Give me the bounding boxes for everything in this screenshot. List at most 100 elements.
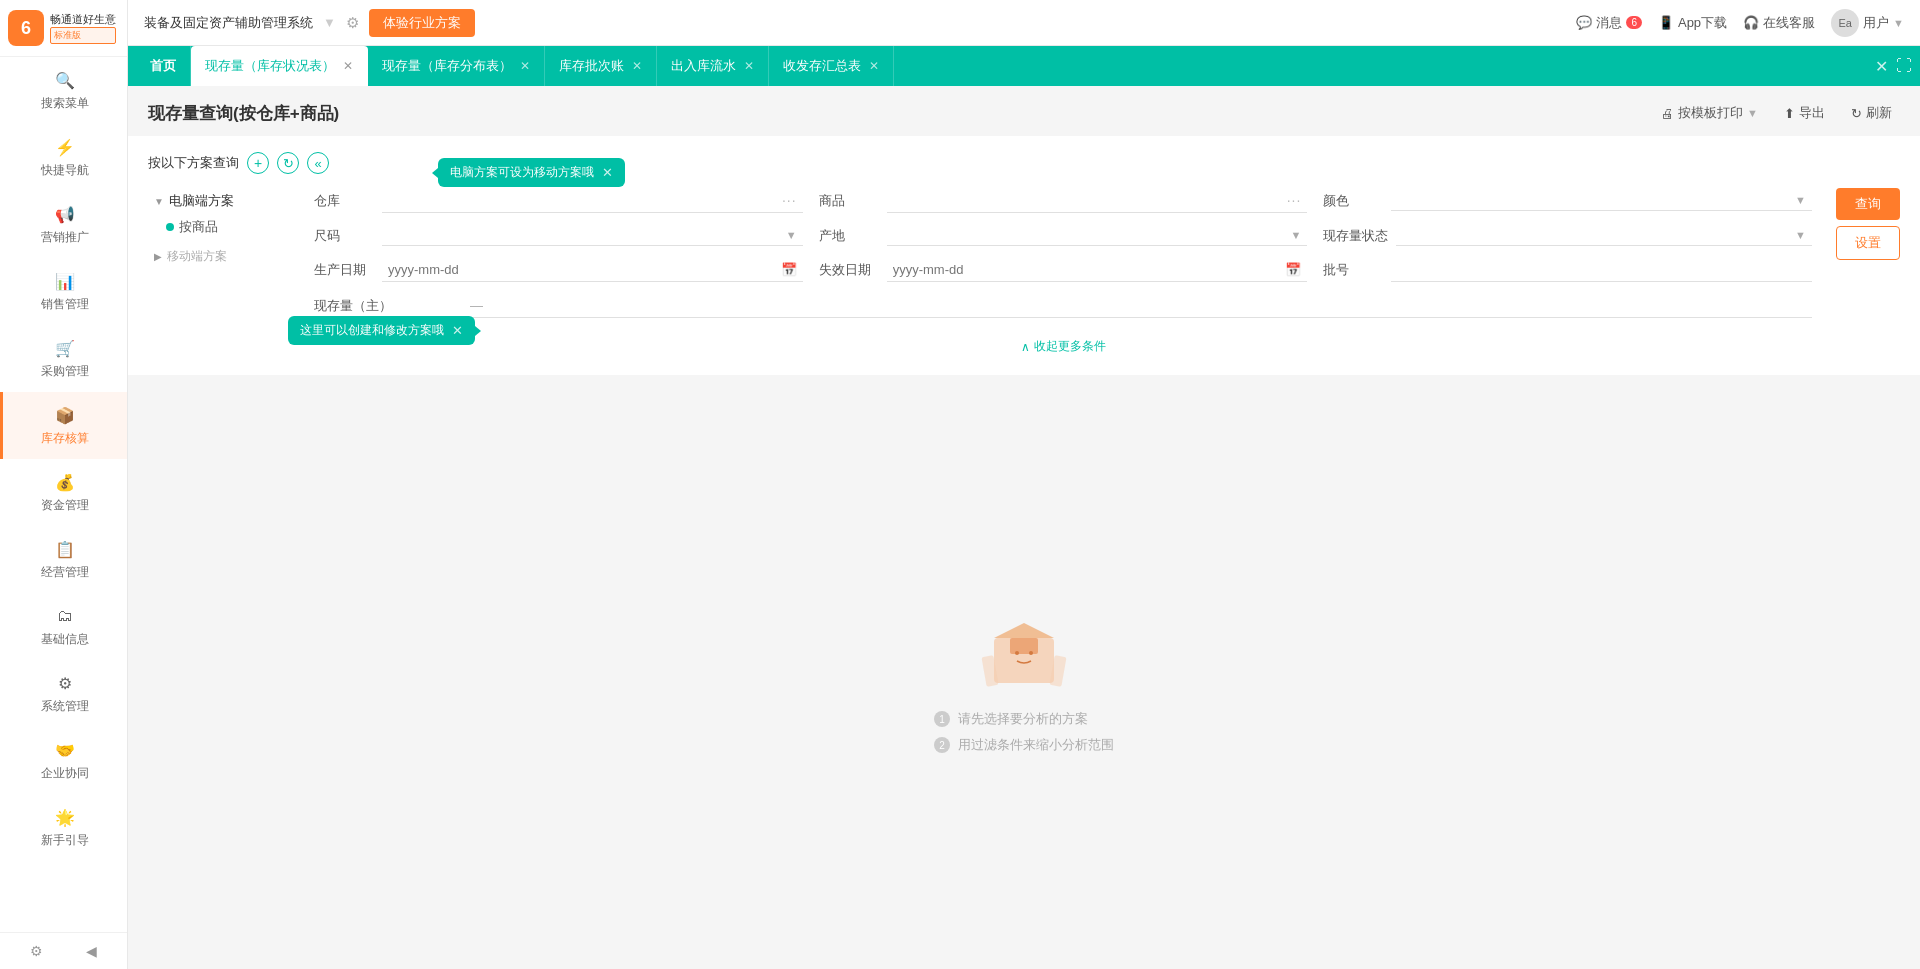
sidebar-item-label: 营销推广 [41,229,89,246]
sidebar-item-purchase[interactable]: 🛒 采购管理 [0,325,127,392]
operations-icon: 📋 [54,538,76,560]
scheme-desktop-child[interactable]: 按商品 [148,214,298,240]
collapse-arrow-icon: ∧ [1021,340,1030,354]
sidebar-item-guide[interactable]: 🌟 新手引导 [0,794,127,861]
tab-home[interactable]: 首页 [136,46,191,86]
sidebar-item-label: 库存核算 [41,430,89,447]
stock-status-dropdown[interactable]: ▼ [1396,225,1812,246]
export-icon: ⬆ [1784,106,1795,121]
stock-range: — [400,294,1812,318]
online-service-label: 在线客服 [1763,14,1815,32]
product-dots[interactable]: ··· [1287,192,1302,208]
color-dropdown[interactable]: ▼ [1391,190,1812,211]
app-download-item[interactable]: 📱 App下载 [1658,14,1727,32]
stock-status-label: 现存量状态 [1323,227,1388,245]
empty-tips: 1 请先选择要分析的方案 2 用过滤条件来缩小分析范围 [934,710,1114,754]
tab-batch-close[interactable]: ✕ [632,59,642,73]
filter-row-2: 尺码 ▼ 产地 ▼ [314,225,1812,246]
sidebar-item-finance[interactable]: 💰 资金管理 [0,459,127,526]
mfg-date-calendar-icon[interactable]: 📅 [781,262,797,277]
trial-btn[interactable]: 体验行业方案 [369,9,475,37]
sidebar-item-label: 采购管理 [41,363,89,380]
online-service-icon: 🎧 [1743,15,1759,30]
sidebar-item-operations[interactable]: 📋 经营管理 [0,526,127,593]
tab-flow-label: 出入库流水 [671,57,736,75]
filter-field-batch: 批号 [1323,258,1812,282]
search-btn[interactable]: 查询 [1836,188,1900,220]
collapse-label: 收起更多条件 [1034,338,1106,355]
svg-point-5 [1015,651,1019,655]
refresh-btn[interactable]: ↻ 刷新 [1843,100,1900,126]
tooltip-2-close[interactable]: ✕ [452,323,463,338]
filter-refresh-btn[interactable]: ↻ [277,152,299,174]
sidebar-item-quicknav[interactable]: ⚡ 快捷导航 [0,124,127,191]
collapse-btn[interactable]: ∧ 收起更多条件 [1021,338,1106,355]
sidebar-item-search[interactable]: 🔍 搜索菜单 [0,57,127,124]
sidebar-item-label: 销售管理 [41,296,89,313]
tab-close-all-icon[interactable]: ✕ [1875,57,1888,76]
filter-add-btn[interactable]: + [247,152,269,174]
sidebar-item-enterprise[interactable]: 🤝 企业协同 [0,727,127,794]
batch-input[interactable] [1391,258,1812,282]
filter-rows: 仓库 ··· 商品 ··· [314,188,1812,359]
mfg-date-input[interactable] [388,262,781,277]
tab-inventory-dist[interactable]: 现存量（库存分布表） ✕ [368,46,545,86]
mfg-date-field[interactable]: 📅 [382,258,803,282]
batch-label: 批号 [1323,261,1383,279]
message-label: 消息 [1596,14,1622,32]
tab-inventory-status[interactable]: 现存量（库存状况表） ✕ [191,46,368,86]
template-print-btn[interactable]: 🖨 按模板打印 ▼ [1653,100,1766,126]
enterprise-icon: 🤝 [54,739,76,761]
origin-label: 产地 [819,227,879,245]
exp-date-calendar-icon[interactable]: 📅 [1285,262,1301,277]
app-download-icon: 📱 [1658,15,1674,30]
tooltip-1-close[interactable]: ✕ [602,165,613,180]
tab-inventory-dist-close[interactable]: ✕ [520,59,530,73]
size-label: 尺码 [314,227,374,245]
origin-dropdown[interactable]: ▼ [887,225,1308,246]
top-header: 装备及固定资产辅助管理系统 ▼ ⚙ 体验行业方案 💬 消息 6 📱 App下载 … [128,0,1920,46]
sidebar-item-sales[interactable]: 📊 销售管理 [0,258,127,325]
user-avatar: Ea [1831,9,1859,37]
exp-date-field[interactable]: 📅 [887,258,1308,282]
filter-field-warehouse: 仓库 ··· [314,188,803,213]
filter-fields-and-btns: 仓库 ··· 商品 ··· [314,188,1900,359]
sidebar-item-marketing[interactable]: 📢 营销推广 [0,191,127,258]
settings-footer-icon[interactable]: ⚙ [30,943,43,959]
tab-batch[interactable]: 库存批次账 ✕ [545,46,657,86]
filter-title-label: 按以下方案查询 [148,154,239,172]
tab-summary[interactable]: 收发存汇总表 ✕ [769,46,894,86]
tab-inventory-status-close[interactable]: ✕ [343,59,353,73]
user-item[interactable]: Ea 用户 ▼ [1831,9,1904,37]
export-btn[interactable]: ⬆ 导出 [1776,100,1833,126]
scheme-desktop[interactable]: ▼ 电脑端方案 [148,188,298,214]
tab-flow-close[interactable]: ✕ [744,59,754,73]
settings-gear-icon[interactable]: ⚙ [346,14,359,32]
message-item[interactable]: 💬 消息 6 [1576,14,1642,32]
tab-summary-close[interactable]: ✕ [869,59,879,73]
empty-state: 1 请先选择要分析的方案 2 用过滤条件来缩小分析范围 [128,383,1920,969]
tab-fullscreen-icon[interactable]: ⛶ [1896,57,1912,75]
stock-max-input[interactable] [487,298,547,313]
stock-min-input[interactable] [406,298,466,313]
tooltip-scheme-create: 这里可以创建和修改方案哦 ✕ [288,316,475,345]
sidebar-item-system[interactable]: ⚙ 系统管理 [0,660,127,727]
online-service-item[interactable]: 🎧 在线客服 [1743,14,1815,32]
sidebar-item-label: 资金管理 [41,497,89,514]
exp-date-input[interactable] [893,262,1286,277]
scheme-tree: ▼ 电脑端方案 按商品 ▶ 移动端方案 [148,188,298,269]
sidebar-item-label: 搜索菜单 [41,95,89,112]
tab-flow[interactable]: 出入库流水 ✕ [657,46,769,86]
warehouse-dots[interactable]: ··· [782,192,797,208]
product-dropdown[interactable]: ··· [887,188,1308,213]
filter-back-btn[interactable]: « [307,152,329,174]
size-dropdown[interactable]: ▼ [382,225,803,246]
sidebar-item-inventory[interactable]: 📦 库存核算 [0,392,127,459]
marketing-icon: 📢 [54,203,76,225]
reset-btn[interactable]: 设置 [1836,226,1900,260]
warehouse-dropdown[interactable]: ··· [382,188,803,213]
scheme-mobile[interactable]: ▶ 移动端方案 [148,244,298,269]
sidebar-item-basic[interactable]: 🗂 基础信息 [0,593,127,660]
filter-field-size: 尺码 ▼ [314,225,803,246]
collapse-sidebar-icon[interactable]: ◀ [86,943,97,959]
